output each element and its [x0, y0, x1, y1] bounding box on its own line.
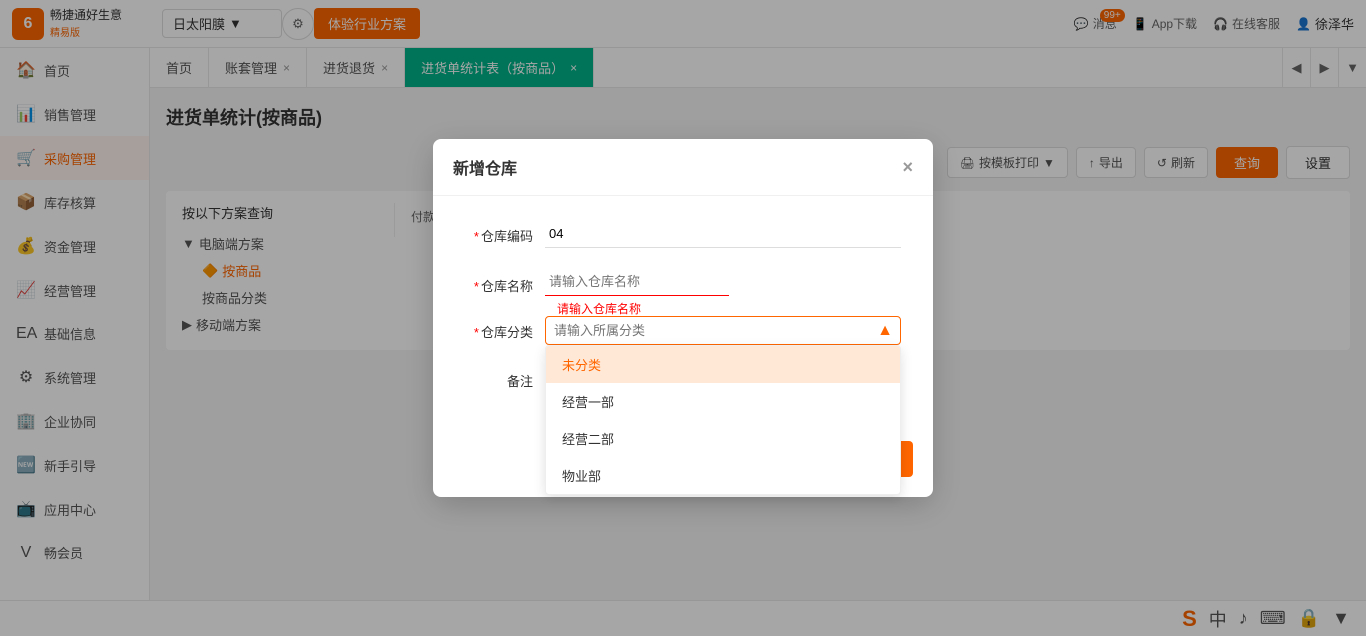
modal-title: 新增仓库: [453, 155, 517, 179]
code-input[interactable]: [545, 220, 901, 248]
category-input[interactable]: [545, 316, 901, 345]
dropdown-item-none[interactable]: 未分类: [546, 346, 900, 383]
category-input-wrap: ▲ 未分类 经营一部 经营二部 物业部: [545, 316, 901, 345]
name-label: 仓库名称: [465, 270, 545, 295]
form-row-code: 仓库编码: [465, 220, 901, 248]
dropdown-item-dept3[interactable]: 物业部: [546, 457, 900, 494]
category-arrow-icon[interactable]: ▲: [877, 322, 893, 340]
modal-header: 新增仓库 ×: [433, 139, 933, 196]
name-error-message: 请输入仓库名称: [557, 300, 641, 317]
modal-overlay: 新增仓库 × 仓库编码 仓库名称 请输入仓库名称 仓库分类: [0, 0, 1366, 636]
form-row-name: 仓库名称 请输入仓库名称: [465, 268, 901, 296]
code-label: 仓库编码: [465, 220, 545, 245]
new-warehouse-modal: 新增仓库 × 仓库编码 仓库名称 请输入仓库名称 仓库分类: [433, 139, 933, 497]
form-row-category: 仓库分类 ▲ 未分类 经营一部 经营二部 物业部: [465, 316, 901, 345]
modal-body: 仓库编码 仓库名称 请输入仓库名称 仓库分类 ▲ 未分类: [433, 196, 933, 429]
name-input[interactable]: [545, 268, 729, 296]
note-label: 备注: [465, 365, 545, 390]
dropdown-item-dept1[interactable]: 经营一部: [546, 383, 900, 420]
dropdown-item-dept2[interactable]: 经营二部: [546, 420, 900, 457]
category-dropdown: 未分类 经营一部 经营二部 物业部: [545, 345, 901, 495]
modal-close-button[interactable]: ×: [902, 157, 913, 178]
category-label: 仓库分类: [465, 316, 545, 341]
